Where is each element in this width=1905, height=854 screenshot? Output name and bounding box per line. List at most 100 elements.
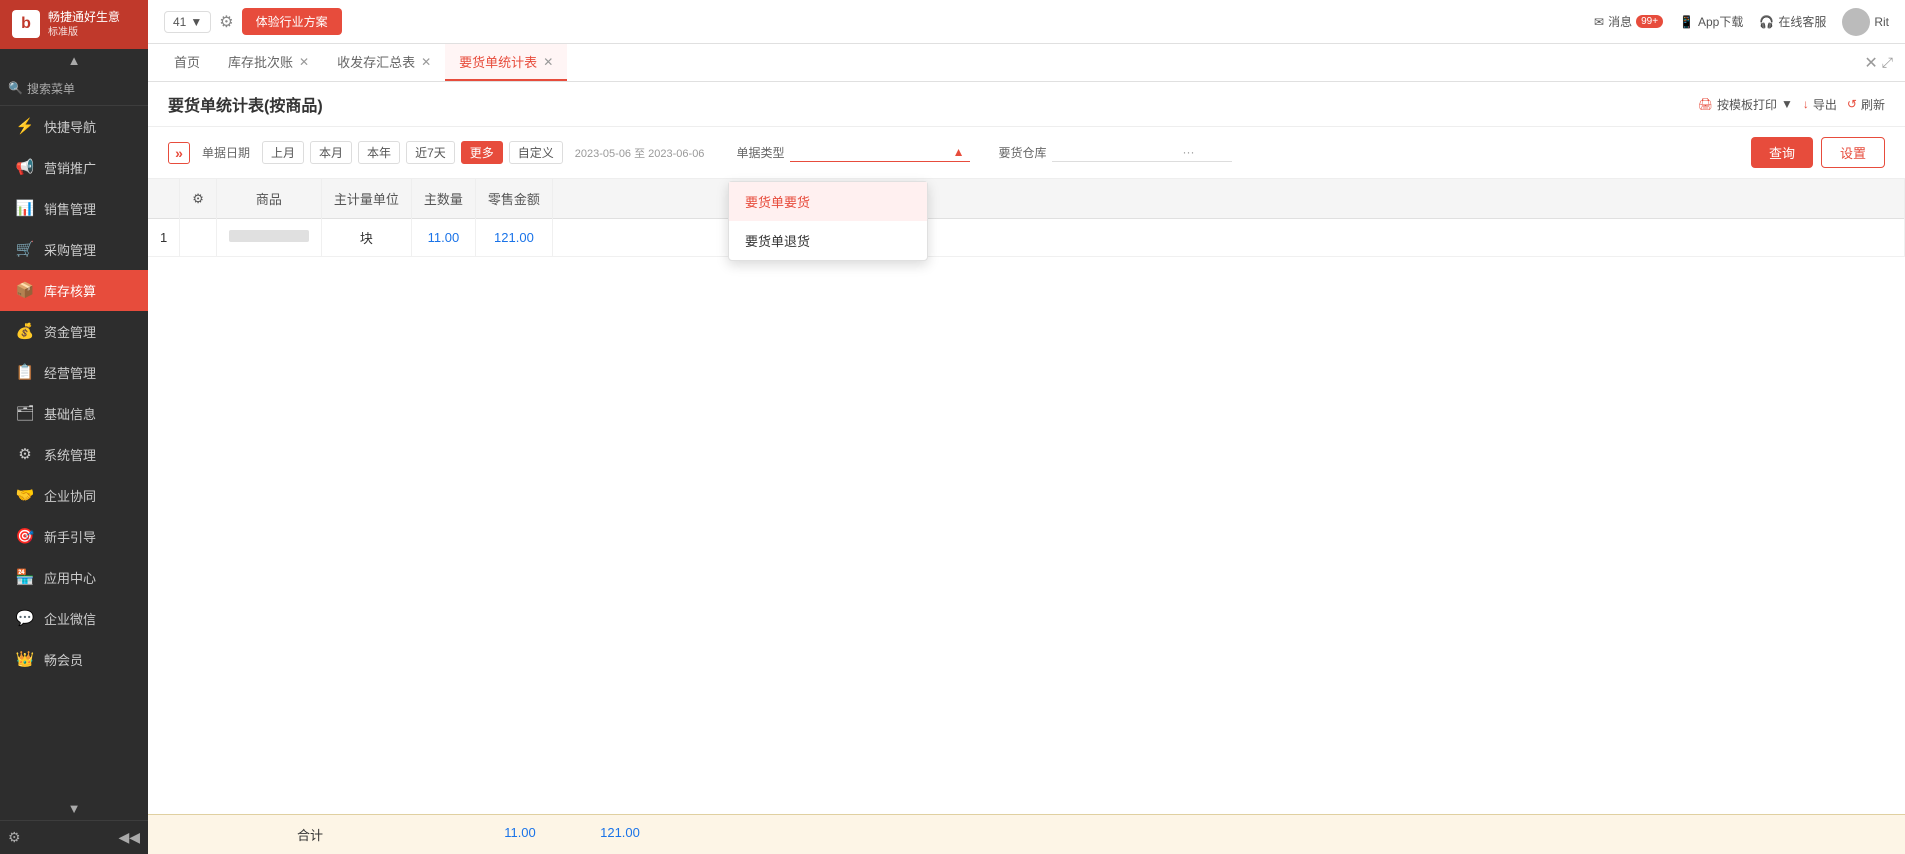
print-dropdown-icon: ▼ [1781, 97, 1793, 111]
sidebar-item-guide[interactable]: 🎯 新手引导 [0, 516, 148, 557]
gear-button[interactable]: ⚙ [219, 12, 233, 32]
cell-unit: 块 [321, 219, 411, 257]
topbar: 41 ▼ ⚙ 体验行业方案 ✉ 消息 99+ 📱 App下载 🎧 在线客服 R [148, 0, 1905, 44]
dropdown-item-order-goods[interactable]: 要货单要货 [729, 182, 927, 221]
page-header: 要货单统计表(按商品) 🖨 按模板打印 ▼ ↓ 导出 ↺ 刷新 [148, 82, 1905, 127]
quick-nav-icon: ⚡ [16, 117, 34, 135]
tab-order-summary[interactable]: 要货单统计表 ✕ [445, 44, 567, 81]
col-unit: 主计量单位 [321, 179, 411, 219]
sidebar: b 畅捷通好生意 标准版 ▲ 🔍 搜索菜单 ⚡ 快捷导航 📢 营销推广 📊 销售… [0, 0, 148, 854]
col-row-num [148, 179, 180, 219]
sidebar-item-quick-nav[interactable]: ⚡ 快捷导航 [0, 106, 148, 147]
messages-button[interactable]: ✉ 消息 99+ [1594, 13, 1663, 30]
sidebar-nav: ⚡ 快捷导航 📢 营销推广 📊 销售管理 🛒 采购管理 📦 库存核算 💰 资金管… [0, 106, 148, 797]
sidebar-item-purchase[interactable]: 🛒 采购管理 [0, 229, 148, 270]
sidebar-item-sales[interactable]: 📊 销售管理 [0, 188, 148, 229]
export-button[interactable]: ↓ 导出 [1803, 96, 1837, 113]
service-icon: 🎧 [1759, 15, 1774, 29]
sidebar-item-marketing[interactable]: 📢 营销推广 [0, 147, 148, 188]
warehouse-ellipsis[interactable]: ··· [1182, 145, 1194, 159]
warehouse-label: 要货仓库 [998, 144, 1046, 161]
settings-icon[interactable]: ⚙ [8, 829, 21, 846]
export-icon: ↓ [1803, 97, 1809, 111]
col-amount: 零售金额 [475, 179, 552, 219]
message-icon: ✉ [1594, 15, 1604, 29]
table-header-row: ⚙ 商品 主计量单位 主数量 零售金额 [148, 179, 1905, 219]
tab-close-all[interactable]: ✕ ⤢ [1864, 53, 1893, 73]
member-icon: 👑 [16, 650, 34, 668]
col-product: 商品 [216, 179, 321, 219]
table-container: ⚙ 商品 主计量单位 主数量 零售金额 1 块 11.00 1 [148, 179, 1905, 814]
sidebar-scroll-down[interactable]: ▼ [0, 797, 148, 820]
sidebar-item-inventory[interactable]: 📦 库存核算 [0, 270, 148, 311]
type-dropdown: 要货单要货 要货单退货 [728, 181, 928, 261]
print-icon: 🖨 [1698, 97, 1713, 111]
trial-button[interactable]: 体验行业方案 [242, 8, 342, 35]
sales-icon: 📊 [16, 199, 34, 217]
sidebar-item-appstore[interactable]: 🏪 应用中心 [0, 557, 148, 598]
footer-row: 合计 11.00 121.00 [160, 825, 1893, 844]
collapse-icon[interactable]: ◀◀ [118, 829, 140, 846]
date-filters: 上月 本月 本年 近7天 更多 自定义 [262, 141, 563, 164]
date-btn-this-month[interactable]: 本月 [310, 141, 352, 164]
cell-product [216, 219, 321, 257]
logo-icon: b [12, 10, 40, 38]
enterprise-icon: 🤝 [16, 486, 34, 504]
sidebar-item-finance[interactable]: 💰 资金管理 [0, 311, 148, 352]
table-footer: 合计 11.00 121.00 [148, 814, 1905, 854]
sidebar-item-system[interactable]: ⚙ 系统管理 [0, 434, 148, 475]
sidebar-search[interactable]: 🔍 搜索菜单 [0, 72, 148, 106]
cell-row-num: 1 [148, 219, 180, 257]
sidebar-item-member[interactable]: 👑 畅会员 [0, 639, 148, 680]
tab-receive-summary[interactable]: 收发存汇总表 ✕ [323, 44, 445, 81]
sidebar-collapse: ⚙ ◀◀ [0, 820, 148, 854]
product-placeholder [229, 230, 309, 242]
warehouse-select[interactable]: ··· [1052, 143, 1232, 162]
cell-settings [180, 219, 217, 257]
avatar-image [1842, 8, 1870, 36]
dropdown-item-order-return[interactable]: 要货单退货 [729, 221, 927, 260]
query-button[interactable]: 查询 [1751, 137, 1813, 168]
footer-unit-spacer [370, 825, 470, 844]
page-selector[interactable]: 41 ▼ [164, 11, 211, 33]
footer-num-spacer [160, 825, 210, 844]
search-icon: 🔍 [8, 81, 23, 95]
operation-icon: 📋 [16, 363, 34, 381]
tabbar: 首页 库存批次账 ✕ 收发存汇总表 ✕ 要货单统计表 ✕ ✕ ⤢ [148, 44, 1905, 82]
footer-amount: 121.00 [570, 825, 670, 844]
maximize-icon: ⤢ [1882, 54, 1893, 71]
type-select[interactable]: ▲ [790, 143, 970, 162]
col-settings[interactable]: ⚙ [180, 179, 217, 219]
filter-type: 单据类型 ▲ [736, 143, 970, 162]
filter-warehouse: 要货仓库 ··· [998, 143, 1232, 162]
sidebar-scroll-up[interactable]: ▲ [0, 49, 148, 72]
page-title: 要货单统计表(按商品) [168, 92, 323, 116]
sidebar-item-wechat[interactable]: 💬 企业微信 [0, 598, 148, 639]
date-btn-7days[interactable]: 近7天 [406, 141, 455, 164]
refresh-button[interactable]: ↺ 刷新 [1847, 96, 1885, 113]
tab-close-batch[interactable]: ✕ [299, 55, 309, 69]
inventory-icon: 📦 [16, 281, 34, 299]
tab-close-receive[interactable]: ✕ [421, 55, 431, 69]
tab-close-order[interactable]: ✕ [543, 55, 553, 69]
cell-quantity: 11.00 [411, 219, 475, 257]
date-btn-prev-month[interactable]: 上月 [262, 141, 304, 164]
sidebar-item-enterprise[interactable]: 🤝 企业协同 [0, 475, 148, 516]
sidebar-item-operation[interactable]: 📋 经营管理 [0, 352, 148, 393]
print-button[interactable]: 🖨 按模板打印 ▼ [1698, 96, 1793, 113]
sidebar-item-basic[interactable]: 🗂 基础信息 [0, 393, 148, 434]
data-table: ⚙ 商品 主计量单位 主数量 零售金额 1 块 11.00 1 [148, 179, 1905, 257]
app-download-button[interactable]: 📱 App下载 [1679, 13, 1743, 30]
type-select-chevron-up: ▲ [953, 145, 965, 159]
date-btn-this-year[interactable]: 本年 [358, 141, 400, 164]
tab-batch-account[interactable]: 库存批次账 ✕ [214, 44, 323, 81]
type-label: 单据类型 [736, 144, 784, 161]
set-button[interactable]: 设置 [1821, 137, 1885, 168]
date-btn-more[interactable]: 更多 [461, 141, 503, 164]
user-avatar[interactable]: Rit [1842, 8, 1889, 36]
online-service-button[interactable]: 🎧 在线客服 [1759, 13, 1826, 30]
page-actions: 🖨 按模板打印 ▼ ↓ 导出 ↺ 刷新 [1698, 96, 1885, 113]
filter-expand-button[interactable]: » [168, 142, 190, 164]
date-btn-custom[interactable]: 自定义 [509, 141, 563, 164]
tab-home[interactable]: 首页 [160, 44, 214, 81]
